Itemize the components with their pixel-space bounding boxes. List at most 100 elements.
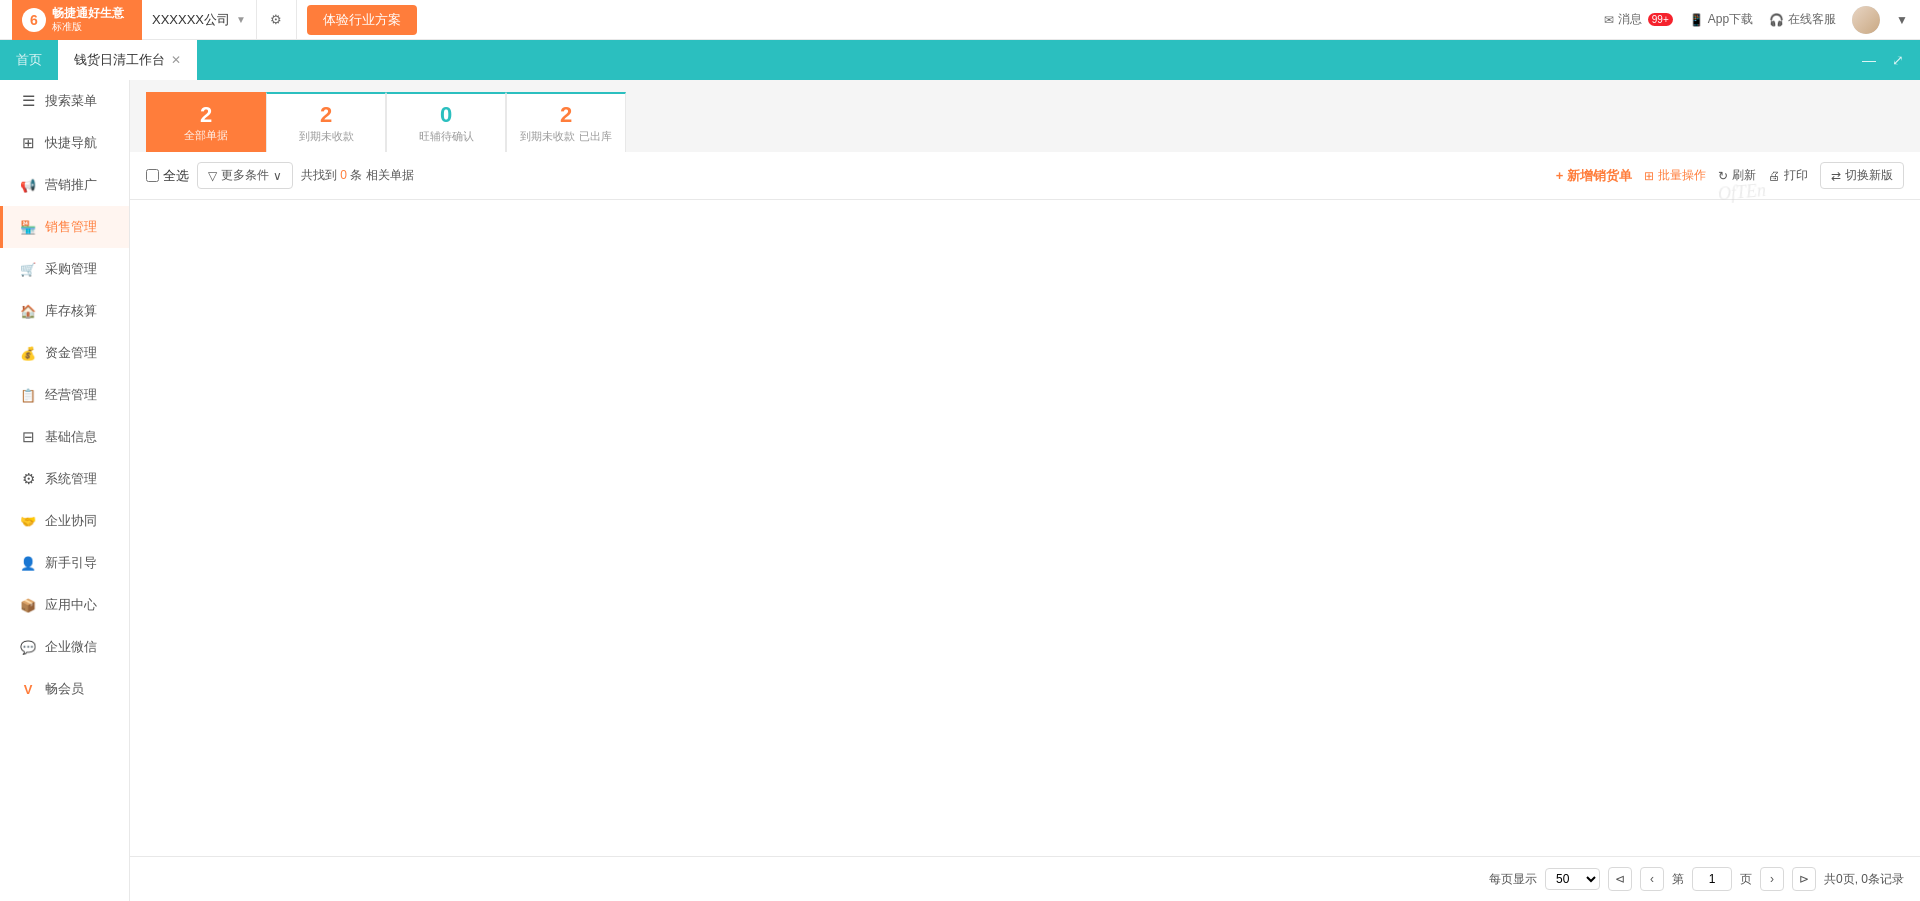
sidebar-label-inventory: 库存核算	[45, 302, 97, 320]
sidebar-item-sales[interactable]: 销售管理	[0, 206, 129, 248]
sidebar-item-marketing[interactable]: 营销推广	[0, 164, 129, 206]
sidebar-item-member[interactable]: 畅会员	[0, 668, 129, 710]
sidebar-item-corp[interactable]: 企业协同	[0, 500, 129, 542]
app-center-icon	[19, 596, 37, 614]
found-count: 0	[340, 168, 347, 182]
switch-label: 切换新版	[1845, 167, 1893, 184]
app-label: App下载	[1708, 11, 1753, 28]
marketing-icon	[19, 176, 37, 194]
last-page-button[interactable]: ⊳	[1792, 867, 1816, 891]
stats-tabs: 2 全部单据 2 到期未收款 0 旺辅待确认 2 到期未收款 已出库	[130, 80, 1920, 152]
sidebar-item-quick-nav[interactable]: 快捷导航	[0, 122, 129, 164]
page-size-select[interactable]: 50 100	[1545, 868, 1600, 890]
stats-label-overdue: 到期未收款	[299, 129, 354, 144]
trial-button[interactable]: 体验行业方案	[307, 5, 417, 35]
wechat-icon	[19, 638, 37, 656]
headset-icon: 🎧	[1769, 13, 1784, 27]
next-page-button[interactable]: ›	[1760, 867, 1784, 891]
batch-operation-button[interactable]: ⊞ 批量操作	[1644, 167, 1706, 184]
tab-minimize-button[interactable]: —	[1858, 48, 1880, 72]
username-text: ▼	[1896, 13, 1908, 27]
select-all-input[interactable]	[146, 169, 159, 182]
add-sale-order-button[interactable]: + 新增销货单	[1556, 167, 1632, 185]
sidebar-label-wechat: 企业微信	[45, 638, 97, 656]
sidebar-item-guide[interactable]: 新手引导	[0, 542, 129, 584]
sidebar-item-basic[interactable]: 基础信息	[0, 416, 129, 458]
prev-page-button[interactable]: ‹	[1640, 867, 1664, 891]
select-all-label: 全选	[163, 167, 189, 185]
purchase-icon	[19, 260, 37, 278]
finance-icon	[19, 344, 37, 362]
sidebar-item-purchase[interactable]: 采购管理	[0, 248, 129, 290]
sidebar-item-finance[interactable]: 资金管理	[0, 332, 129, 374]
app-icon: 📱	[1689, 13, 1704, 27]
page-number-input[interactable]	[1692, 867, 1732, 891]
print-button[interactable]: 🖨 打印	[1768, 167, 1808, 184]
stats-count-overdue: 2	[320, 102, 332, 128]
filter-icon: ▽	[208, 169, 217, 183]
message-label: 消息	[1618, 11, 1642, 28]
avatar-image	[1852, 6, 1880, 34]
avatar[interactable]	[1852, 6, 1880, 34]
sidebar-item-inventory[interactable]: 库存核算	[0, 290, 129, 332]
stats-tab-overdue-out[interactable]: 2 到期未收款 已出库	[506, 92, 626, 152]
company-selector[interactable]: XXXXXX公司 ▼	[142, 0, 257, 40]
guide-icon	[19, 554, 37, 572]
sidebar-item-operation[interactable]: 经营管理	[0, 374, 129, 416]
filter-button[interactable]: ▽ 更多条件 ∨	[197, 162, 293, 189]
settings-button[interactable]: ⚙	[257, 0, 297, 40]
stats-tab-overdue[interactable]: 2 到期未收款	[266, 92, 386, 152]
tab-cashflow-label: 钱货日清工作台	[74, 51, 165, 69]
sidebar-label-guide: 新手引导	[45, 554, 97, 572]
sidebar-item-search-menu[interactable]: 搜索菜单	[0, 80, 129, 122]
switch-version-button[interactable]: ⇄ 切换新版	[1820, 162, 1904, 189]
batch-label: 批量操作	[1658, 167, 1706, 184]
message-button[interactable]: ✉ 消息 99+	[1604, 11, 1673, 28]
sidebar-item-app[interactable]: 应用中心	[0, 584, 129, 626]
tab-maximize-button[interactable]: ⤢	[1888, 48, 1908, 72]
page-suffix: 页	[1740, 871, 1752, 888]
sidebar-label-quick-nav: 快捷导航	[45, 134, 97, 152]
stats-count-all: 2	[200, 102, 212, 128]
sidebar-label-search-menu: 搜索菜单	[45, 92, 97, 110]
stats-count-pending: 0	[440, 102, 452, 128]
top-header: 6 畅捷通好生意 标准版 XXXXXX公司 ▼ ⚙ 体验行业方案 ✉ 消息 99…	[0, 0, 1920, 40]
sidebar-label-corp: 企业协同	[45, 512, 97, 530]
sidebar-label-operation: 经营管理	[45, 386, 97, 404]
logo-title: 畅捷通好生意	[52, 6, 124, 20]
content-area: 2 全部单据 2 到期未收款 0 旺辅待确认 2 到期未收款 已出库 全选	[130, 80, 1920, 901]
select-all-checkbox[interactable]: 全选	[146, 167, 189, 185]
batch-icon: ⊞	[1644, 169, 1654, 183]
toolbar: 全选 ▽ 更多条件 ∨ 共找到 0 条 相关单据 + 新增销货单 ⊞ 批量操作	[130, 152, 1920, 200]
sidebar: 搜索菜单 快捷导航 营销推广 销售管理 采购管理 库存核算 资金管理 经营管理	[0, 80, 130, 901]
tab-bar-actions: — ⤢	[1858, 48, 1920, 72]
stats-tab-all[interactable]: 2 全部单据	[146, 92, 266, 152]
stats-label-overdue-out: 到期未收款 已出库	[520, 129, 611, 144]
print-label: 打印	[1784, 167, 1808, 184]
service-label: 在线客服	[1788, 11, 1836, 28]
sidebar-label-marketing: 营销推广	[45, 176, 97, 194]
filter-label: 更多条件	[221, 167, 269, 184]
sales-icon	[19, 218, 37, 236]
username-area[interactable]: ▼	[1896, 13, 1908, 27]
sidebar-label-sales: 销售管理	[45, 218, 97, 236]
header-right: ✉ 消息 99+ 📱 App下载 🎧 在线客服 ▼	[1604, 6, 1908, 34]
pagination: 每页显示 50 100 ⊲ ‹ 第 页 › ⊳ 共0页, 0条记录	[130, 856, 1920, 901]
app-download-button[interactable]: 📱 App下载	[1689, 11, 1753, 28]
sidebar-item-system[interactable]: 系统管理	[0, 458, 129, 500]
toolbar-left: 全选 ▽ 更多条件 ∨ 共找到 0 条 相关单据	[146, 162, 414, 189]
sidebar-item-wechat[interactable]: 企业微信	[0, 626, 129, 668]
tab-home[interactable]: 首页	[0, 40, 58, 80]
stats-count-overdue-out: 2	[560, 102, 572, 128]
stats-tab-pending[interactable]: 0 旺辅待确认	[386, 92, 506, 152]
tab-close-icon[interactable]: ✕	[171, 53, 181, 67]
service-button[interactable]: 🎧 在线客服	[1769, 11, 1836, 28]
search-menu-icon	[19, 92, 37, 110]
logo-area: 6 畅捷通好生意 标准版	[12, 0, 142, 40]
main-layout: 搜索菜单 快捷导航 营销推广 销售管理 采购管理 库存核算 资金管理 经营管理	[0, 80, 1920, 901]
first-page-button[interactable]: ⊲	[1608, 867, 1632, 891]
system-icon	[19, 470, 37, 488]
company-name: XXXXXX公司	[152, 11, 230, 29]
stats-label-all: 全部单据	[184, 128, 228, 143]
tab-cashflow[interactable]: 钱货日清工作台 ✕	[58, 40, 197, 80]
